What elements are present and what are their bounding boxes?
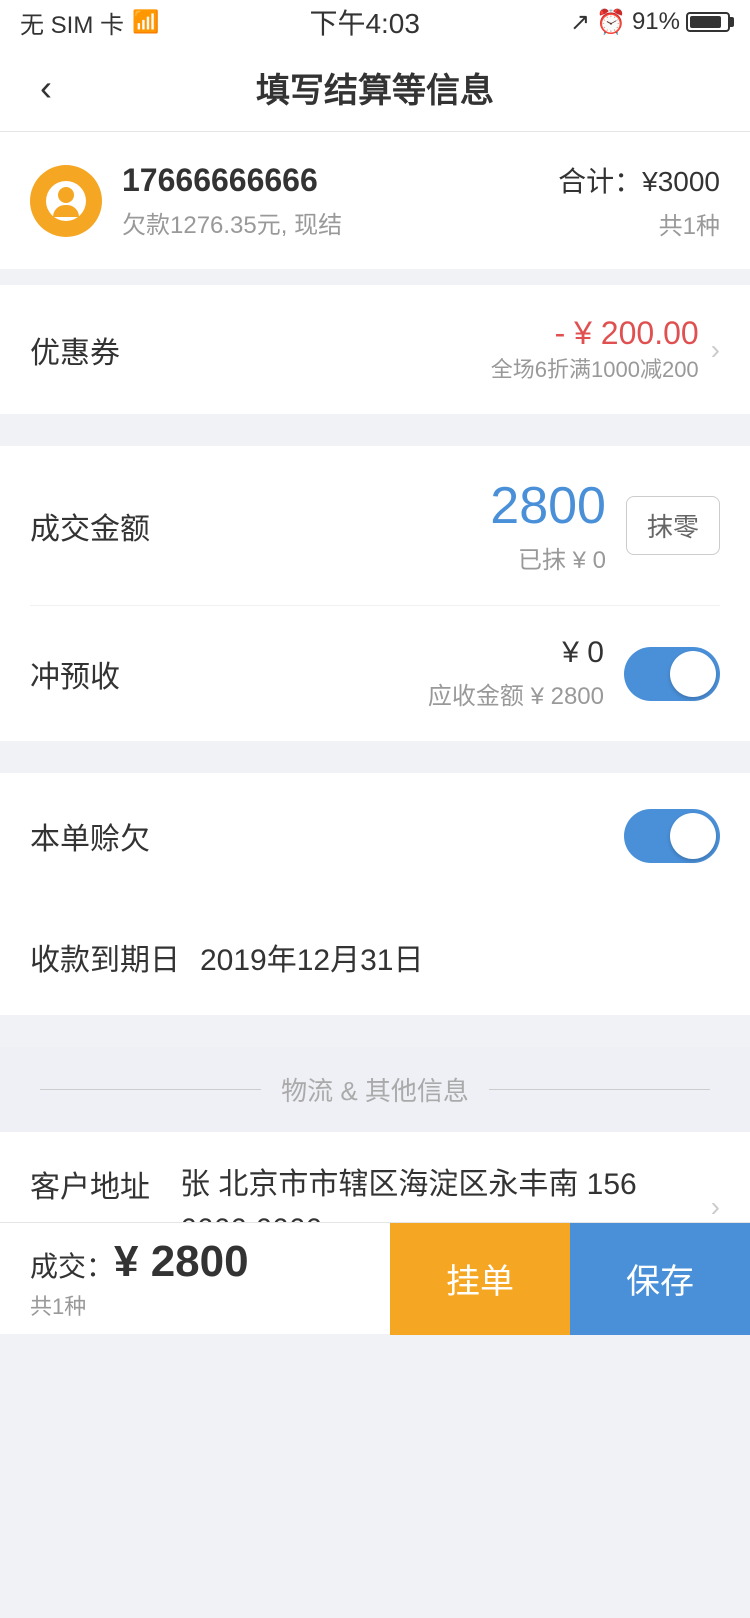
divider-line-right (489, 1089, 710, 1090)
bottom-total-value: ¥ 2800 (114, 1237, 249, 1286)
due-date-value: 2019年12月31日 (200, 935, 423, 979)
deal-amount-number: 2800 (490, 476, 606, 536)
user-row: 17666666666 欠款1276.35元, 现结 合计：¥3000 共1种 (30, 132, 720, 269)
coupon-sub: 全场6折满1000减200 (491, 352, 699, 384)
bottom-total-row: 成交：¥ 2800 (30, 1237, 360, 1287)
total-value: ¥3000 (642, 166, 720, 197)
credit-toggle-knob (670, 813, 716, 859)
coupon-value-block: - ¥ 200.00 全场6折满1000减200 (491, 315, 699, 384)
status-right: ↗ ⏰ 91% (570, 8, 730, 37)
deal-amount-col: 2800 已抹 ¥ 0 (490, 476, 606, 575)
deal-amount-label: 成交金额 (30, 504, 150, 548)
coupon-row[interactable]: 优惠券 - ¥ 200.00 全场6折满1000减200 › (30, 285, 720, 414)
total-label: 合计： (558, 166, 642, 197)
wipe-zero-button[interactable]: 抹零 (626, 496, 720, 555)
user-sub: 欠款1276.35元, 现结 (122, 205, 558, 240)
logistics-label: 物流 & 其他信息 (281, 1071, 469, 1108)
status-bar: 无 SIM 卡 📶 下午4:03 ↗ ⏰ 91% (0, 0, 750, 44)
coupon-chevron: › (711, 334, 720, 366)
bottom-total-count: 共1种 (30, 1289, 360, 1321)
credit-label: 本单赊欠 (30, 814, 150, 858)
deal-amount-right: 2800 已抹 ¥ 0 抹零 (490, 476, 720, 575)
battery-fill (690, 16, 721, 28)
deal-wiped: 已抹 ¥ 0 (518, 540, 606, 575)
bottom-left: 成交：¥ 2800 共1种 (0, 1237, 390, 1321)
coupon-value: - ¥ 200.00 (555, 315, 699, 352)
page-title: 填写结算等信息 (256, 63, 494, 112)
back-button[interactable]: ‹ (30, 57, 62, 119)
coupon-card: 优惠券 - ¥ 200.00 全场6折满1000减200 › (0, 285, 750, 414)
user-total-label-value: 合计：¥3000 (558, 160, 720, 200)
user-card: 17666666666 欠款1276.35元, 现结 合计：¥3000 共1种 (0, 132, 750, 269)
address-label: 客户地址 (30, 1162, 150, 1206)
user-total-count: 共1种 (558, 206, 720, 241)
pre-collect-sub: 应收金额 ¥ 2800 (428, 676, 604, 711)
due-date-label: 收款到期日 (30, 935, 180, 979)
save-button[interactable]: 保存 (570, 1223, 750, 1335)
pre-collect-row: 冲预收 ¥ 0 应收金额 ¥ 2800 (30, 606, 720, 741)
divider-line-left (40, 1089, 261, 1090)
separator-3 (0, 1031, 750, 1047)
status-time: 下午4:03 (309, 2, 420, 42)
pre-collect-amount: ¥ 0 (562, 636, 604, 670)
bottom-bar: 成交：¥ 2800 共1种 挂单 保存 (0, 1222, 750, 1334)
pre-collect-label: 冲预收 (30, 652, 120, 696)
battery-icon (686, 12, 730, 32)
coupon-label: 优惠券 (30, 328, 120, 372)
toggle-knob (670, 651, 716, 697)
nav-bar: ‹ 填写结算等信息 (0, 44, 750, 132)
address-chevron: › (711, 1191, 720, 1223)
credit-toggle[interactable] (624, 809, 720, 863)
logistics-divider: 物流 & 其他信息 (0, 1047, 750, 1132)
user-phone: 17666666666 (122, 162, 558, 199)
bottom-total-label: 成交： (30, 1251, 114, 1282)
due-date-row: 收款到期日 2019年12月31日 (30, 899, 720, 1015)
credit-row: 本单赊欠 (30, 773, 720, 899)
pre-collect-value-block: ¥ 0 应收金额 ¥ 2800 (428, 636, 604, 711)
deal-amount-row: 成交金额 2800 已抹 ¥ 0 抹零 (30, 446, 720, 606)
separator-1 (0, 430, 750, 446)
credit-card: 本单赊欠 收款到期日 2019年12月31日 (0, 773, 750, 1015)
content: 17666666666 欠款1276.35元, 现结 合计：¥3000 共1种 … (0, 132, 750, 1618)
wifi-icon: 📶 (132, 9, 159, 35)
avatar-icon (46, 181, 86, 221)
carrier-label: 无 SIM 卡 (20, 5, 124, 40)
alarm-icon: ⏰ (596, 8, 626, 37)
user-total: 合计：¥3000 共1种 (558, 160, 720, 241)
avatar (30, 165, 102, 237)
pre-collect-toggle[interactable] (624, 647, 720, 701)
coupon-right: - ¥ 200.00 全场6折满1000减200 › (491, 315, 720, 384)
battery-label: 91% (632, 8, 680, 36)
status-left: 无 SIM 卡 📶 (20, 5, 159, 40)
separator-2 (0, 757, 750, 773)
hang-button[interactable]: 挂单 (390, 1223, 570, 1335)
user-info: 17666666666 欠款1276.35元, 现结 (122, 162, 558, 240)
deal-card: 成交金额 2800 已抹 ¥ 0 抹零 冲预收 ¥ 0 应收金额 ¥ 2800 (0, 446, 750, 741)
gps-icon: ↗ (570, 8, 590, 37)
